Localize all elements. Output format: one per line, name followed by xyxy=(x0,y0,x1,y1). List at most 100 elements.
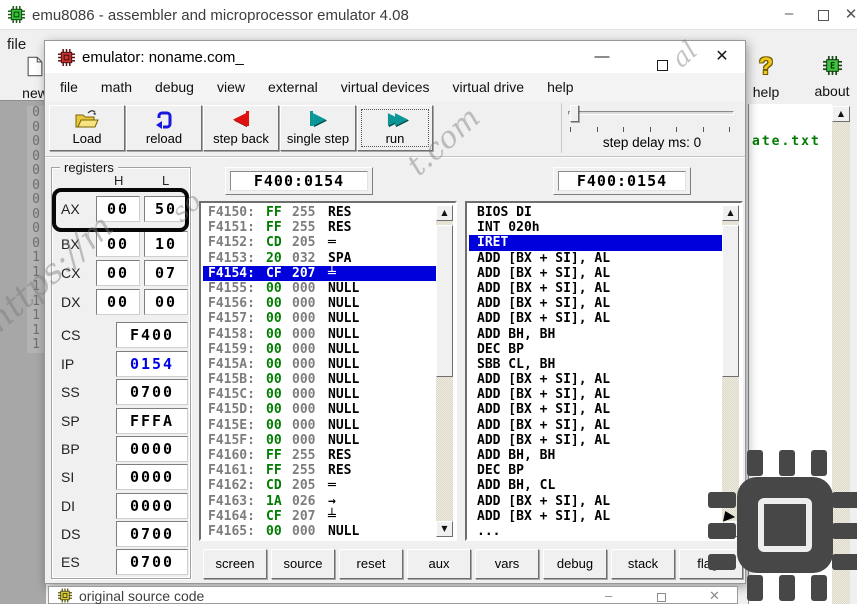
menu-math[interactable]: math xyxy=(101,79,132,95)
main-minimize-button[interactable]: – xyxy=(778,5,800,22)
aux-button[interactable]: aux xyxy=(407,549,471,579)
memory-row[interactable]: F4164: CF 207 ╧ xyxy=(203,509,436,524)
emulator-maximize-button[interactable] xyxy=(645,41,679,73)
source-button[interactable]: source xyxy=(271,549,335,579)
disassembly-row[interactable]: ADD [BX + SI], AL xyxy=(469,296,722,311)
vars-button[interactable]: vars xyxy=(475,549,539,579)
source-minimize-button[interactable]: – xyxy=(605,588,612,603)
memory-row[interactable]: F4158: 00 000 NULL xyxy=(203,327,436,342)
editor-scroll-up-icon[interactable]: ▲ xyxy=(832,106,850,122)
disassembly-row[interactable]: ADD [BX + SI], AL xyxy=(469,494,722,509)
disassembly-scrollbar-thumb[interactable] xyxy=(722,225,739,377)
disassembly-row[interactable]: ADD BH, CL xyxy=(469,478,722,493)
register-bp-field[interactable]: 0000 xyxy=(116,436,188,462)
menu-virtual-devices[interactable]: virtual devices xyxy=(341,79,430,95)
debug-button[interactable]: debug xyxy=(543,549,607,579)
disassembly-row[interactable]: ADD [BX + SI], AL xyxy=(469,372,722,387)
register-bx-low-field[interactable]: 10 xyxy=(144,231,188,257)
reload-button[interactable]: reload xyxy=(126,105,202,151)
stack-button[interactable]: stack xyxy=(611,549,675,579)
step-back-button[interactable]: ◀ step back xyxy=(203,105,279,151)
memory-row[interactable]: F4150: FF 255 RES xyxy=(203,205,436,220)
reset-button[interactable]: reset xyxy=(339,549,403,579)
disassembly-row[interactable]: INT 020h xyxy=(469,220,722,235)
register-cx-high-field[interactable]: 00 xyxy=(96,260,140,286)
memory-row[interactable]: F4151: FF 255 RES xyxy=(203,220,436,235)
memory-row[interactable]: F4155: 00 000 NULL xyxy=(203,281,436,296)
register-ss-field[interactable]: 0700 xyxy=(116,379,188,405)
register-dx-high-field[interactable]: 00 xyxy=(96,289,140,315)
disassembly-list[interactable]: BIOS DI INT 020h IRET ADD [BX + SI], AL ADD … xyxy=(465,201,743,541)
memory-scrollbar[interactable]: ▲ ▼ xyxy=(436,205,453,537)
menu-file[interactable]: file xyxy=(60,79,78,95)
register-di-field[interactable]: 0000 xyxy=(116,493,188,519)
memory-row[interactable]: F415E: 00 000 NULL xyxy=(203,418,436,433)
memory-row[interactable]: F4162: CD 205 ═ xyxy=(203,478,436,493)
memory-row[interactable]: F4160: FF 255 RES xyxy=(203,448,436,463)
disassembly-row[interactable]: ADD [BX + SI], AL xyxy=(469,509,722,524)
register-cs-field[interactable]: F400 xyxy=(116,322,188,348)
disassembly-row[interactable]: ADD [BX + SI], AL xyxy=(469,251,722,266)
disassembly-row[interactable]: ADD [BX + SI], AL xyxy=(469,433,722,448)
memory-row[interactable]: F415D: 00 000 NULL xyxy=(203,402,436,417)
disassembly-row[interactable]: ADD [BX + SI], AL xyxy=(469,281,722,296)
source-maximize-button[interactable] xyxy=(657,590,666,604)
memory-list[interactable]: F4150: FF 255 RES F4151: FF 255 RES F4152: CD 205 ═… xyxy=(199,201,457,541)
disassembly-row[interactable]: ADD [BX + SI], AL xyxy=(469,418,722,433)
emulator-close-button[interactable]: ✕ xyxy=(705,41,739,73)
disassembly-row[interactable]: ADD BH, BH xyxy=(469,448,722,463)
memory-scrollbar-thumb[interactable] xyxy=(436,225,453,377)
disassembly-row[interactable]: SBB CL, BH xyxy=(469,357,722,372)
scroll-down-icon[interactable]: ▼ xyxy=(436,521,453,537)
load-button[interactable]: Load xyxy=(49,105,125,151)
memory-row[interactable]: F415C: 00 000 NULL xyxy=(203,387,436,402)
memory-row[interactable]: F4161: FF 255 RES xyxy=(203,463,436,478)
main-close-button[interactable]: ✕ xyxy=(840,5,857,23)
about-button[interactable]: E about xyxy=(808,56,856,99)
memory-row[interactable]: F4159: 00 000 NULL xyxy=(203,342,436,357)
disassembly-row[interactable]: BIOS DI xyxy=(469,205,722,220)
register-sp-field[interactable]: FFFA xyxy=(116,408,188,434)
disassembly-row[interactable]: DEC BP xyxy=(469,342,722,357)
single-step-button[interactable]: ▶ single step xyxy=(280,105,356,151)
register-bx-high-field[interactable]: 00 xyxy=(96,231,140,257)
register-si-field[interactable]: 0000 xyxy=(116,464,188,490)
disassembly-row[interactable]: DEC BP xyxy=(469,463,722,478)
menu-help[interactable]: help xyxy=(547,79,573,95)
memory-row[interactable]: F415F: 00 000 NULL xyxy=(203,433,436,448)
step-delay-slider-thumb[interactable] xyxy=(570,105,579,122)
screen-button[interactable]: screen xyxy=(203,549,267,579)
menu-external[interactable]: external xyxy=(268,79,318,95)
register-ip-field[interactable]: 0154 xyxy=(116,351,188,377)
memory-row[interactable]: F415B: 00 000 NULL xyxy=(203,372,436,387)
disassembly-scrollbar[interactable]: ▲ ▼ xyxy=(722,205,739,537)
register-ds-field[interactable]: 0700 xyxy=(116,521,188,547)
help-button[interactable]: ? help xyxy=(744,53,788,100)
main-maximize-button[interactable] xyxy=(812,8,834,25)
register-cx-low-field[interactable]: 07 xyxy=(144,260,188,286)
menu-view[interactable]: view xyxy=(217,79,245,95)
scroll-up-icon[interactable]: ▲ xyxy=(722,205,739,221)
step-delay-slider-track[interactable] xyxy=(568,111,734,115)
disassembly-row[interactable]: IRET xyxy=(469,235,722,251)
memory-row[interactable]: F4152: CD 205 ═ xyxy=(203,235,436,250)
memory-row[interactable]: F4154: CF 207 ╧ xyxy=(203,265,436,281)
disassembly-row[interactable]: ADD [BX + SI], AL xyxy=(469,311,722,326)
memory-row[interactable]: F4157: 00 000 NULL xyxy=(203,311,436,326)
run-button[interactable]: ▶▶ run xyxy=(357,105,433,151)
register-es-field[interactable]: 0700 xyxy=(116,549,188,575)
source-close-button[interactable]: ✕ xyxy=(709,588,720,604)
emulator-minimize-button[interactable]: — xyxy=(585,41,619,73)
disasm-address-field[interactable]: F400:0154 xyxy=(558,171,686,191)
disassembly-row[interactable]: ... xyxy=(469,524,722,537)
register-dx-low-field[interactable]: 00 xyxy=(144,289,188,315)
main-menu-file[interactable]: file xyxy=(7,36,26,53)
menu-virtual-drive[interactable]: virtual drive xyxy=(453,79,525,95)
memory-row[interactable]: F415A: 00 000 NULL xyxy=(203,357,436,372)
memory-row[interactable]: F4163: 1A 026 → xyxy=(203,494,436,509)
disassembly-row[interactable]: ADD [BX + SI], AL xyxy=(469,387,722,402)
disassembly-row[interactable]: ADD [BX + SI], AL xyxy=(469,402,722,417)
scroll-up-icon[interactable]: ▲ xyxy=(436,205,453,221)
memory-row[interactable]: F4156: 00 000 NULL xyxy=(203,296,436,311)
memory-address-field[interactable]: F400:0154 xyxy=(230,171,368,191)
